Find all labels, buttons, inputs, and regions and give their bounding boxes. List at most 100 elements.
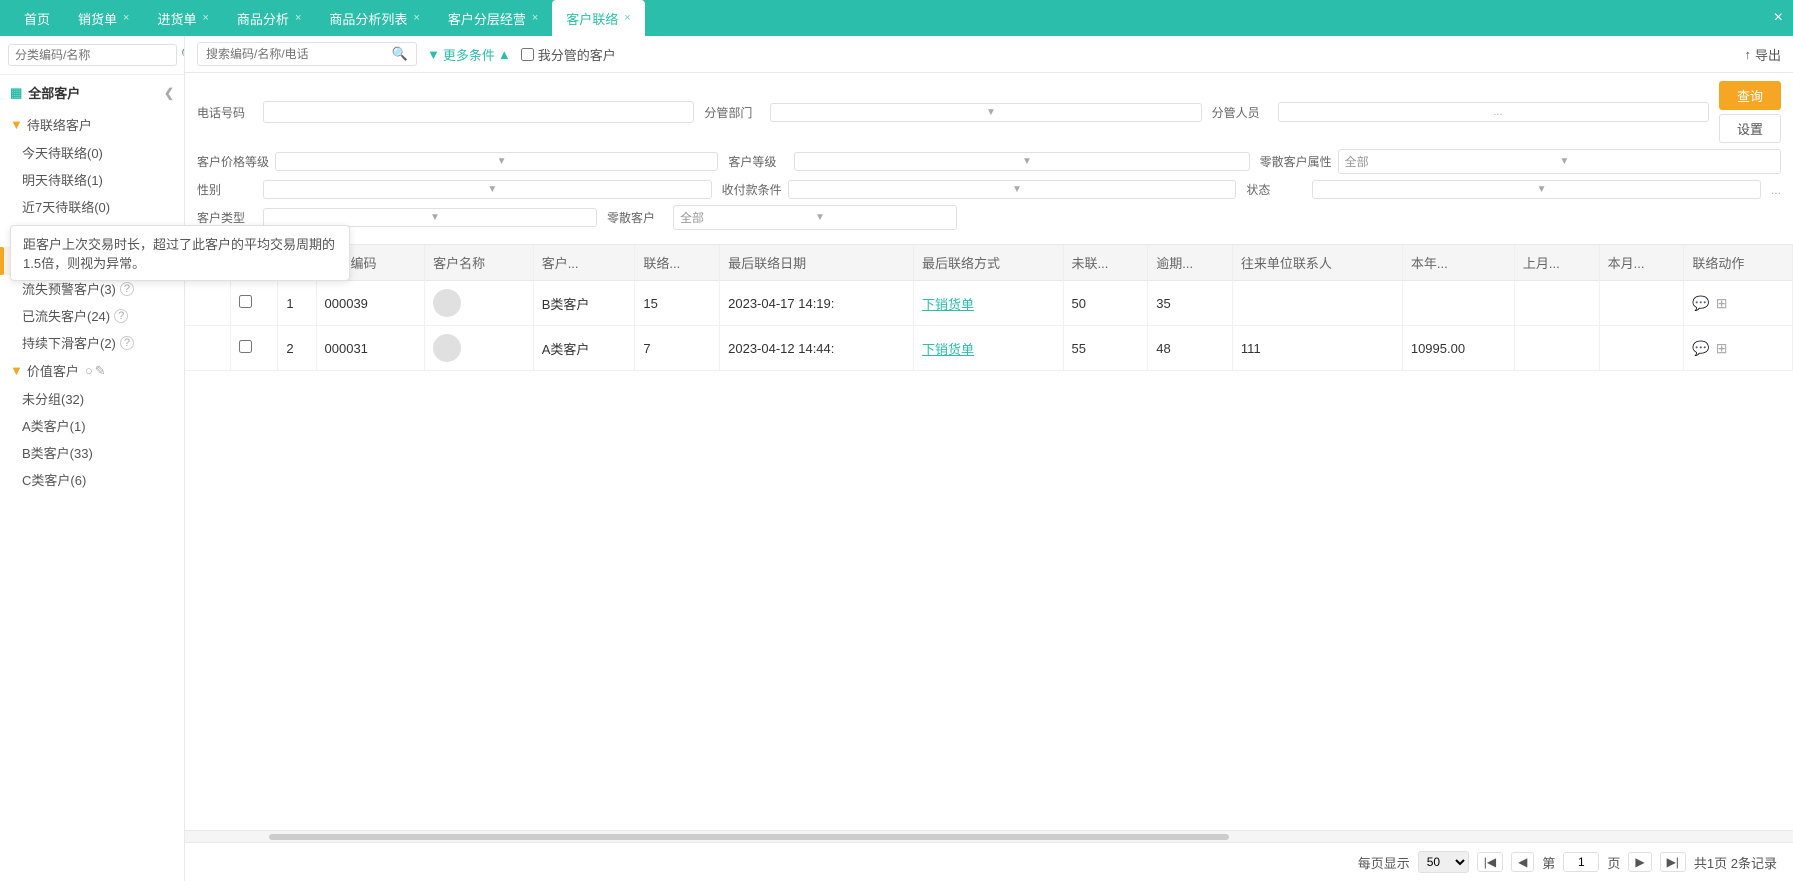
- phone-input[interactable]: [263, 101, 694, 123]
- message-icon[interactable]: 💬: [1692, 295, 1709, 312]
- pending-contact-group[interactable]: ▼ 待联络客户: [0, 110, 184, 139]
- export-icon: ↑: [1744, 47, 1751, 62]
- avatar: [433, 289, 461, 317]
- horizontal-scrollbar[interactable]: [185, 830, 1793, 842]
- row2-contact: 7: [635, 326, 720, 371]
- chevron-up-icon: ▲: [498, 47, 511, 62]
- row-checkbox[interactable]: [239, 340, 252, 353]
- customer-grade-select[interactable]: ▼: [794, 152, 1249, 171]
- my-customers-checkbox-label[interactable]: 我分管的客户: [521, 45, 616, 64]
- row1-code: 000039: [316, 281, 425, 326]
- table-row: 1 000039 B类客户 15 2023-04-17 14:19: 下销货单 …: [185, 281, 1793, 326]
- window-close-button[interactable]: ×: [1774, 9, 1783, 27]
- row2-index: 2: [278, 326, 316, 371]
- query-button[interactable]: 查询: [1719, 81, 1781, 110]
- price-grade-field: 客户价格等级 ▼: [197, 152, 718, 171]
- col-not-contact: 未联...: [1063, 245, 1148, 281]
- close-icon[interactable]: ×: [624, 12, 630, 24]
- row1-contact: 15: [635, 281, 720, 326]
- payment-select[interactable]: ▼: [788, 180, 1237, 199]
- price-grade-select[interactable]: ▼: [275, 152, 718, 171]
- scrollbar-thumb[interactable]: [269, 834, 1229, 840]
- chevron-down-icon: ▼: [1012, 184, 1229, 195]
- last-page-button[interactable]: ▶|: [1660, 852, 1686, 872]
- gender-select[interactable]: ▼: [263, 180, 712, 199]
- close-icon[interactable]: ×: [532, 12, 538, 24]
- sidebar-item-b-class[interactable]: B类客户(33): [0, 439, 184, 466]
- more-conditions-btn[interactable]: ▼ 更多条件 ▲: [427, 45, 511, 64]
- search-icon[interactable]: 🔍: [392, 46, 408, 62]
- row2-checkbox[interactable]: [231, 326, 278, 371]
- row2-name: [425, 326, 534, 371]
- close-icon[interactable]: ×: [295, 12, 301, 24]
- row1-index: 1: [278, 281, 316, 326]
- close-icon[interactable]: ×: [413, 12, 419, 24]
- row2-action: 💬 ⊞: [1684, 326, 1793, 371]
- per-page-select[interactable]: 50 100 200: [1418, 851, 1469, 873]
- grid-icon[interactable]: ⊞: [1716, 295, 1728, 312]
- chevron-down-icon: ▼: [1559, 156, 1774, 167]
- prev-page-button[interactable]: ◀: [1511, 852, 1534, 872]
- row1-action: 💬 ⊞: [1684, 281, 1793, 326]
- search-input[interactable]: [206, 47, 392, 61]
- row1-type: B类客户: [533, 281, 635, 326]
- col-action: 联络动作: [1684, 245, 1793, 281]
- sidebar-item-7days[interactable]: 近7天待联络(0): [0, 193, 184, 220]
- row-checkbox[interactable]: [239, 295, 252, 308]
- row1-last-method[interactable]: 下销货单: [914, 281, 1063, 326]
- manager-field: 分管人员 ...: [1212, 102, 1709, 122]
- row2-last-method[interactable]: 下销货单: [914, 326, 1063, 371]
- sidebar-item-ungroup[interactable]: 未分组(32): [0, 385, 184, 412]
- row1-name: [425, 281, 534, 326]
- manager-select[interactable]: ...: [1278, 102, 1709, 122]
- nav-sales[interactable]: 销货单 ×: [64, 0, 143, 36]
- close-icon[interactable]: ×: [202, 12, 208, 24]
- close-icon[interactable]: ×: [123, 12, 129, 24]
- nav-purchase[interactable]: 进货单 ×: [143, 0, 222, 36]
- sidebar-item-c-class[interactable]: C类客户(6): [0, 466, 184, 493]
- sidebar-item-today[interactable]: 今天待联络(0): [0, 139, 184, 166]
- retail-attr-select[interactable]: 全部 ▼: [1338, 149, 1781, 174]
- filter-actions: 查询 设置: [1719, 81, 1781, 143]
- settings-button[interactable]: 设置: [1719, 114, 1781, 143]
- grid-icon[interactable]: ⊞: [1716, 340, 1728, 357]
- sidebar-item-already-lost[interactable]: 已流失客户(24) ?: [0, 302, 184, 329]
- status-select[interactable]: ▼: [1312, 180, 1761, 199]
- export-button[interactable]: ↑ 导出: [1744, 45, 1781, 64]
- more-icon[interactable]: ...: [1493, 106, 1702, 118]
- sidebar-search-bar: 🔍: [0, 36, 184, 75]
- first-page-button[interactable]: |◀: [1477, 852, 1503, 872]
- value-customers-group[interactable]: ▼ 价值客户 ○ ✎: [0, 356, 184, 385]
- chevron-down-icon: ▼: [986, 107, 1195, 118]
- nav-customer-tier[interactable]: 客户分层经营 ×: [434, 0, 552, 36]
- circle-icon[interactable]: ○: [85, 363, 93, 378]
- row2-code: 000031: [316, 326, 425, 371]
- content-area: 🔍 ▼ 更多条件 ▲ 我分管的客户 ↑ 导出 电话号码: [185, 36, 1793, 881]
- nav-product-analysis-list[interactable]: 商品分析列表 ×: [315, 0, 433, 36]
- row1-checkbox[interactable]: [231, 281, 278, 326]
- all-customers-header[interactable]: ▦ 全部客户 ❮: [0, 75, 184, 110]
- more-link[interactable]: ...: [1771, 183, 1781, 197]
- sidebar-item-a-class[interactable]: A类客户(1): [0, 412, 184, 439]
- message-icon[interactable]: 💬: [1692, 340, 1709, 357]
- my-customers-checkbox[interactable]: [521, 48, 534, 61]
- sidebar-item-tomorrow[interactable]: 明天待联络(1): [0, 166, 184, 193]
- sidebar-search-input[interactable]: [8, 44, 177, 66]
- page-number-input[interactable]: [1563, 852, 1599, 872]
- chevron-down-icon: ▼: [487, 184, 704, 195]
- table-header-row: ⚙ 客户编码 客户名称 客户... 联络... 最后联络日期 最后联络方式 未联…: [185, 245, 1793, 281]
- row1-this-month: [1599, 281, 1684, 326]
- retail-customer-select[interactable]: 全部 ▼: [673, 205, 957, 230]
- action-icons: 💬 ⊞: [1692, 340, 1784, 357]
- filter-row-3: 性别 ▼ 收付款条件 ▼ 状态: [197, 180, 1781, 199]
- col-name: 客户名称: [425, 245, 534, 281]
- nav-customer-contact[interactable]: 客户联络 ×: [552, 0, 644, 36]
- info-icon: ?: [114, 309, 128, 323]
- dept-select[interactable]: ▼: [770, 103, 1201, 122]
- nav-product-analysis[interactable]: 商品分析 ×: [223, 0, 315, 36]
- next-page-button[interactable]: ▶: [1628, 852, 1651, 872]
- sidebar-item-declining[interactable]: 持续下滑客户(2) ?: [0, 329, 184, 356]
- edit-icon[interactable]: ✎: [95, 363, 106, 379]
- nav-home[interactable]: 首页: [10, 0, 64, 36]
- data-table-container: ⚙ 客户编码 客户名称 客户... 联络... 最后联络日期 最后联络方式 未联…: [185, 245, 1793, 830]
